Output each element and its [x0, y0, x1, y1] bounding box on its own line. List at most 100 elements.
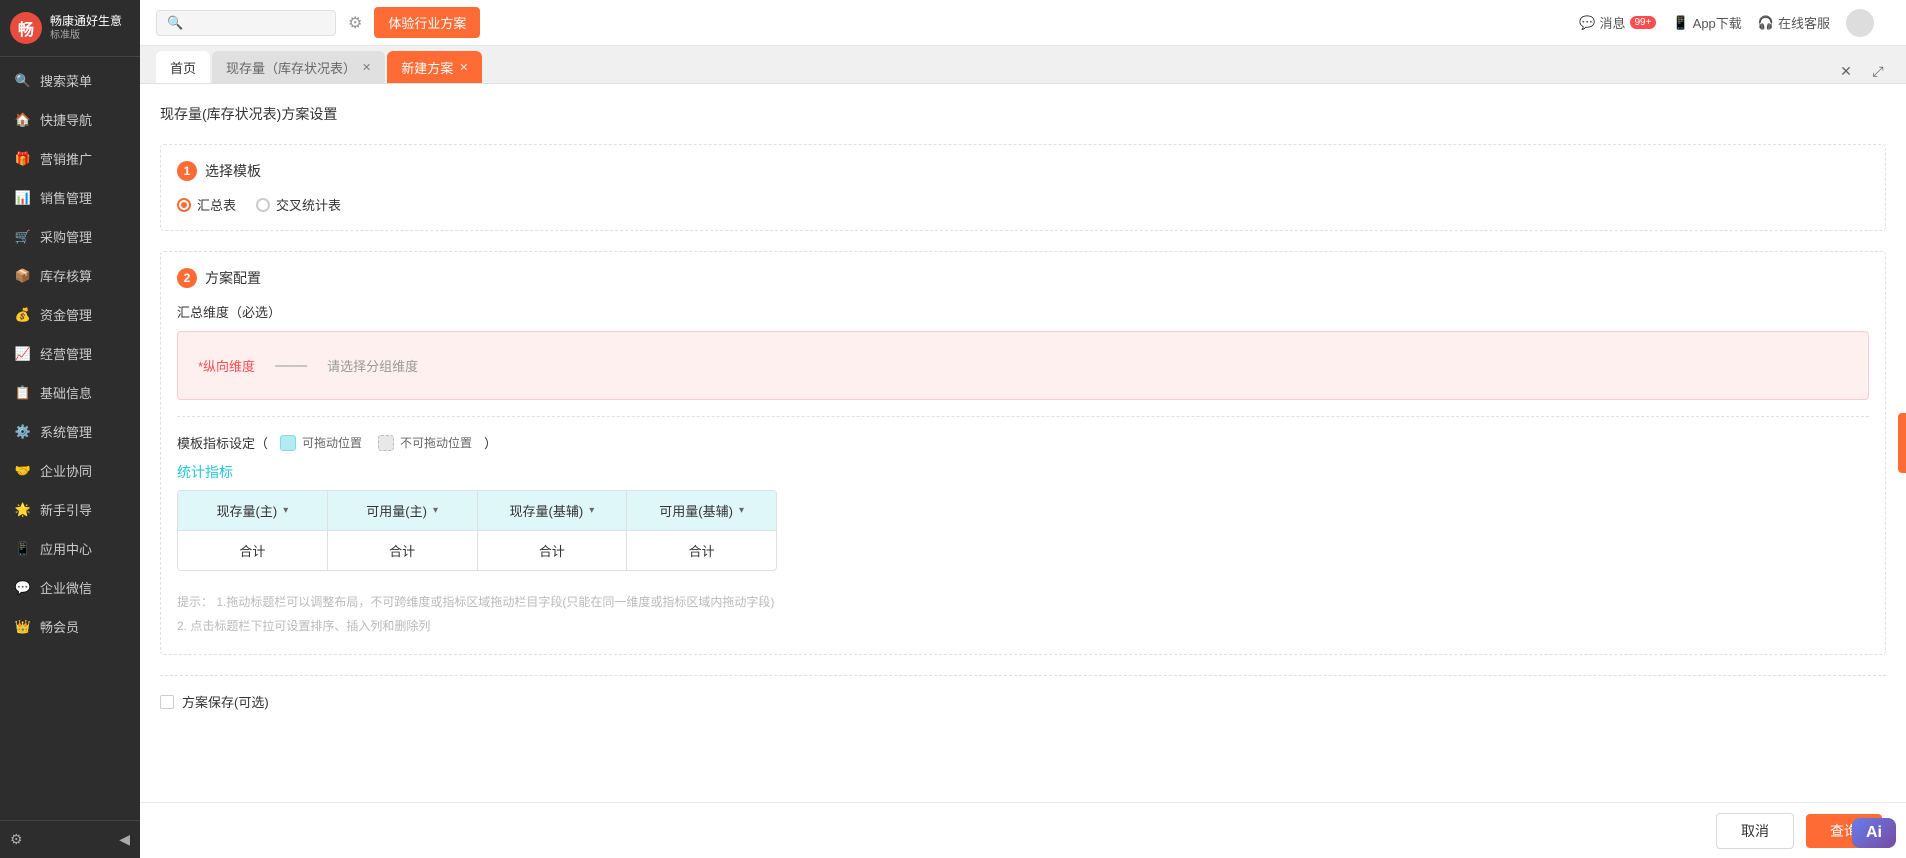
sidebar-item-label: 企业协同 — [40, 461, 92, 480]
content-area: 现存量(库存状况表)方案设置 1 选择模板 汇总表 交叉统计表 2 — [140, 84, 1906, 802]
indicator-legend: 可拖动位置 不可拖动位置 — [280, 434, 472, 451]
col-1-summary: 合计 — [178, 531, 327, 570]
sidebar-item-apps[interactable]: 📱 应用中心 — [0, 529, 140, 568]
tab-new-plan[interactable]: 新建方案 ✕ — [387, 51, 482, 83]
sidebar-item-system[interactable]: ⚙️ 系统管理 — [0, 412, 140, 451]
dimension-box[interactable]: *纵向维度 —— 请选择分组维度 — [177, 331, 1869, 400]
col-4-summary: 合计 — [627, 531, 776, 570]
section2-header: 2 方案配置 — [177, 268, 1869, 288]
settings-icon: ⚙️ — [14, 423, 32, 441]
crown-icon: 👑 — [14, 618, 32, 636]
radio-crosstab[interactable]: 交叉统计表 — [256, 195, 341, 214]
search-menu-icon: 🔍 — [14, 72, 32, 90]
section2-title: 方案配置 — [205, 268, 261, 288]
col-1: 现存量(主) ▾ 合计 — [178, 491, 328, 570]
star-icon: 🌟 — [14, 501, 32, 519]
dim-label: 汇总维度（必选） — [177, 302, 1869, 321]
col-4-header[interactable]: 可用量(基辅) ▾ — [627, 491, 776, 531]
sidebar-item-inventory[interactable]: 📦 库存核算 — [0, 256, 140, 295]
dim-dash: —— — [275, 357, 307, 375]
message-btn[interactable]: 💬 消息 99+ — [1579, 13, 1656, 32]
sidebar-item-label: 销售管理 — [40, 188, 92, 207]
home-icon: 🏠 — [14, 111, 32, 129]
sidebar-settings-btn[interactable]: ⚙ — [10, 831, 23, 848]
sidebar-item-guide[interactable]: 🌟 新手引导 — [0, 490, 140, 529]
tab-new-plan-close[interactable]: ✕ — [459, 61, 468, 74]
stats-table-header: 现存量(主) ▾ 合计 可用量(主) ▾ 合计 — [178, 491, 776, 570]
ai-badge[interactable]: Ai — [1852, 818, 1896, 848]
divider2 — [160, 675, 1886, 676]
sidebar-item-label: 资金管理 — [40, 305, 92, 324]
sidebar-item-sales[interactable]: 📊 销售管理 — [0, 178, 140, 217]
expand-window-btn[interactable]: ⤢ — [1866, 59, 1890, 83]
non-draggable-legend-box — [378, 435, 394, 451]
cart-icon: 🛒 — [14, 228, 32, 246]
online-service-btn[interactable]: 🎧 在线客服 — [1758, 13, 1830, 32]
sidebar-item-label: 基础信息 — [40, 383, 92, 402]
sidebar-item-collab[interactable]: 🤝 企业协同 — [0, 451, 140, 490]
cancel-button[interactable]: 取消 — [1716, 813, 1794, 849]
section1-header: 1 选择模板 — [177, 161, 1869, 181]
stats-table: 现存量(主) ▾ 合计 可用量(主) ▾ 合计 — [177, 490, 777, 571]
section1-num: 1 — [177, 161, 197, 181]
template-radio-group: 汇总表 交叉统计表 — [177, 195, 1869, 214]
close-window-btn[interactable]: ✕ — [1834, 59, 1858, 83]
radio-crosstab-dot — [256, 198, 270, 212]
save-plan-checkbox[interactable] — [160, 695, 174, 709]
search-icon: 🔍 — [167, 15, 183, 31]
radio-summary[interactable]: 汇总表 — [177, 195, 236, 214]
col-1-header[interactable]: 现存量(主) ▾ — [178, 491, 327, 531]
indicator-label-text: 模板指标设定（ — [177, 433, 268, 452]
divider1 — [177, 416, 1869, 417]
save-plan-label[interactable]: 方案保存(可选) — [182, 692, 269, 711]
col-3-header[interactable]: 现存量(基辅) ▾ — [478, 491, 627, 531]
section1-title: 选择模板 — [205, 161, 261, 181]
col-2-header[interactable]: 可用量(主) ▾ — [328, 491, 477, 531]
trial-btn[interactable]: 体验行业方案 — [374, 7, 480, 38]
sidebar-footer: ⚙ ◀ — [0, 820, 140, 858]
tabbar: 首页 现存量（库存状况表） ✕ 新建方案 ✕ ✕ ⤢ — [140, 46, 1906, 84]
section-template: 1 选择模板 汇总表 交叉统计表 — [160, 144, 1886, 231]
dim-required-label: *纵向维度 — [198, 356, 255, 375]
sidebar-item-finance[interactable]: 💰 资金管理 — [0, 295, 140, 334]
radio-summary-dot — [177, 198, 191, 212]
info-icon: 📋 — [14, 384, 32, 402]
tab-inventory-close[interactable]: ✕ — [362, 61, 371, 74]
sidebar-item-label: 搜索菜单 — [40, 71, 92, 90]
sidebar-item-quicknav[interactable]: 🏠 快捷导航 — [0, 100, 140, 139]
app-download-btn[interactable]: 📱 App下载 — [1672, 13, 1741, 32]
sidebar-item-member[interactable]: 👑 畅会员 — [0, 607, 140, 646]
window-controls: ✕ ⤢ — [1834, 59, 1890, 83]
col-4: 可用量(基辅) ▾ 合计 — [627, 491, 776, 570]
sidebar-item-label: 库存核算 — [40, 266, 92, 285]
user-avatar[interactable] — [1846, 9, 1874, 37]
search-input[interactable] — [189, 16, 309, 30]
search-box[interactable]: 🔍 — [156, 10, 336, 36]
sidebar-item-operations[interactable]: 📈 经营管理 — [0, 334, 140, 373]
sidebar-item-label: 采购管理 — [40, 227, 92, 246]
sidebar-item-search[interactable]: 🔍 搜索菜单 — [0, 61, 140, 100]
gear-icon[interactable]: ⚙ — [348, 13, 362, 33]
sidebar-collapse-btn[interactable]: ◀ — [119, 831, 130, 848]
tab-home[interactable]: 首页 — [156, 51, 210, 83]
phone-icon: 📱 — [1672, 15, 1688, 31]
sidebar-item-label: 畅会员 — [40, 617, 79, 636]
tab-inventory[interactable]: 现存量（库存状况表） ✕ — [212, 51, 385, 83]
chart-icon: 📊 — [14, 189, 32, 207]
gift-icon: 🎁 — [14, 150, 32, 168]
app-logo-icon: 畅 — [10, 12, 42, 44]
sidebar-item-label: 经营管理 — [40, 344, 92, 363]
chevron-down-icon: ▾ — [283, 505, 288, 516]
sidebar-logo: 畅 畅康通好生意 标准版 — [0, 0, 140, 57]
sidebar-item-wechat[interactable]: 💬 企业微信 — [0, 568, 140, 607]
right-edge-handle[interactable] — [1898, 413, 1906, 473]
sidebar-item-marketing[interactable]: 🎁 营销推广 — [0, 139, 140, 178]
trending-icon: 📈 — [14, 345, 32, 363]
headphone-icon: 🎧 — [1758, 15, 1774, 31]
dim-placeholder: 请选择分组维度 — [327, 356, 418, 375]
sidebar-item-purchase[interactable]: 🛒 采购管理 — [0, 217, 140, 256]
indicator-label-row: 模板指标设定（ 可拖动位置 不可拖动位置 ） — [177, 433, 1869, 452]
footer-checkbox-row: 方案保存(可选) — [160, 692, 1886, 711]
main-area: 🔍 ⚙ 体验行业方案 💬 消息 99+ 📱 App下载 🎧 在线客服 — [140, 0, 1906, 858]
sidebar-item-basics[interactable]: 📋 基础信息 — [0, 373, 140, 412]
